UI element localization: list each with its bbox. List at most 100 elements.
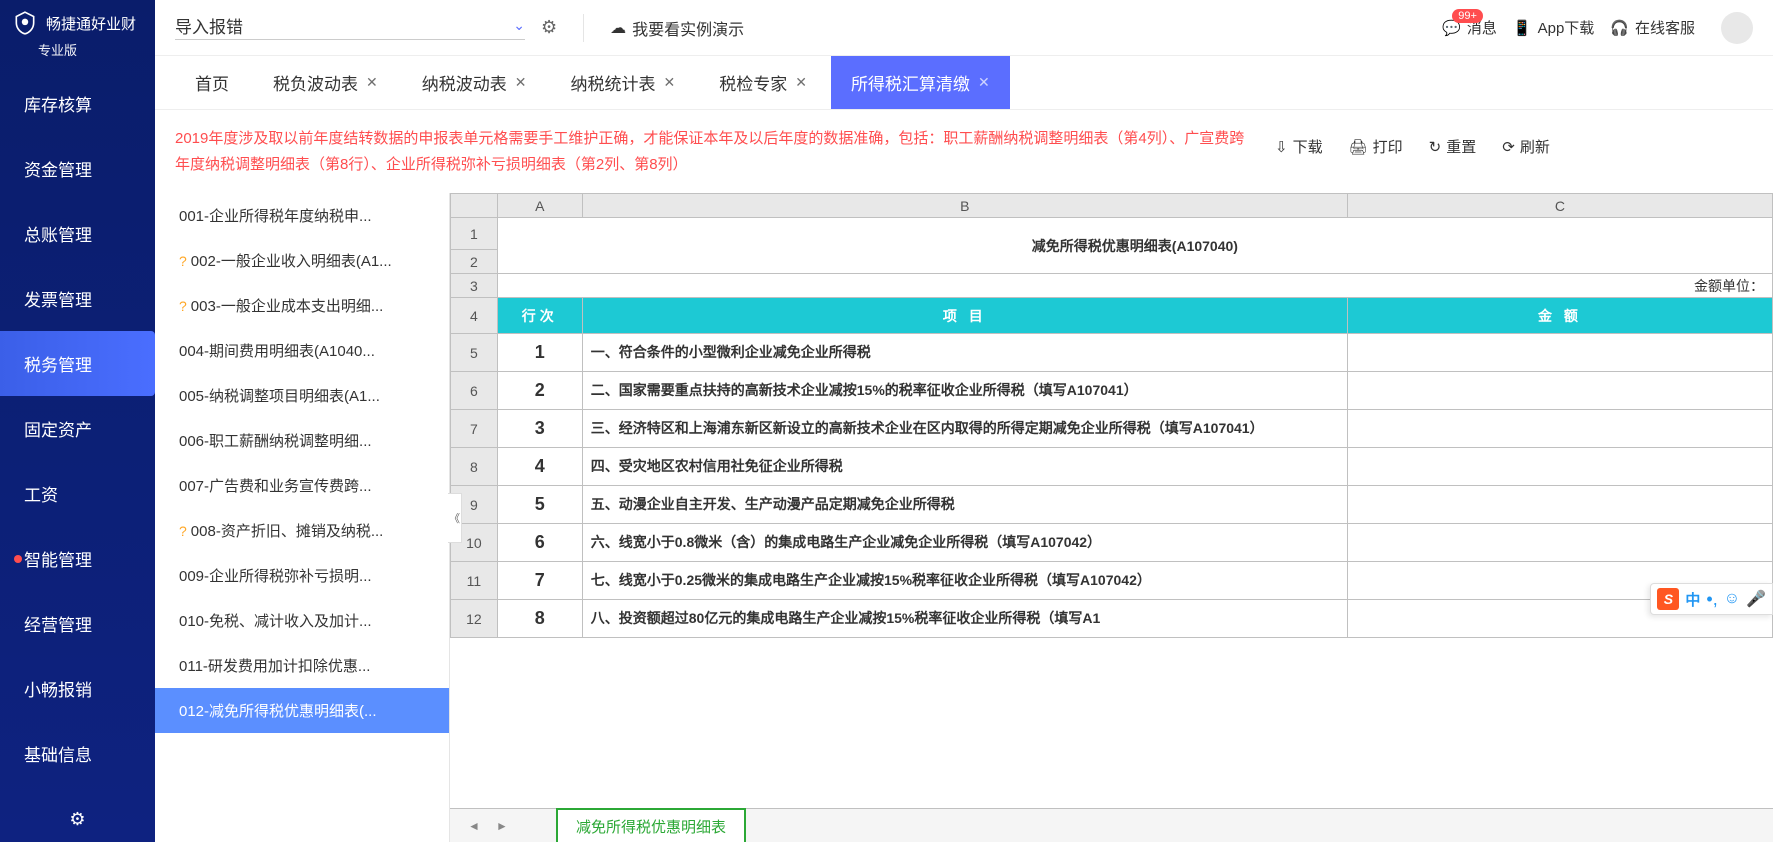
messages-button[interactable]: 99+ 💬 消息 <box>1442 17 1497 38</box>
chevron-down-icon[interactable]: ⌄ <box>513 17 525 34</box>
app-download-button[interactable]: 📱 App下载 <box>1513 17 1594 38</box>
ime-mic-icon[interactable]: 🎤 <box>1746 589 1766 609</box>
refresh-button[interactable]: ⟳刷新 <box>1502 136 1550 157</box>
tab-tax-burden[interactable]: 税负波动表✕ <box>253 56 398 109</box>
row-header[interactable]: 2 <box>451 250 498 274</box>
ime-punct-icon[interactable]: •, <box>1706 589 1717 610</box>
sheet-tab-active[interactable]: 减免所得税优惠明细表 <box>556 808 746 842</box>
row-header[interactable]: 7 <box>451 410 498 448</box>
nav-basic-info[interactable]: 基础信息 <box>0 721 155 786</box>
tree-item-005[interactable]: 005-纳税调整项目明细表(A1... <box>155 373 449 418</box>
avatar[interactable] <box>1721 12 1753 44</box>
cell-seq[interactable]: 5 <box>497 486 582 524</box>
row-header[interactable]: 6 <box>451 372 498 410</box>
nav-inventory[interactable]: 库存核算 <box>0 71 155 136</box>
sheet-corner[interactable] <box>451 194 498 218</box>
nav-tax[interactable]: 税务管理 <box>0 331 155 396</box>
nav-invoice[interactable]: 发票管理 <box>0 266 155 331</box>
row-header[interactable]: 11 <box>451 562 498 600</box>
cell-amount[interactable] <box>1347 334 1772 372</box>
cell-amount[interactable] <box>1347 372 1772 410</box>
header-project[interactable]: 项 目 <box>582 298 1347 334</box>
reset-button[interactable]: ↻重置 <box>1429 136 1477 157</box>
nav-salary[interactable]: 工资 <box>0 461 155 526</box>
ime-emoji-icon[interactable]: ☺ <box>1724 590 1740 608</box>
cell-project[interactable]: 三、经济特区和上海浦东新区新设立的高新技术企业在区内取得的所得定期减免企业所得税… <box>582 410 1347 448</box>
cell-project[interactable]: 七、线宽小于0.25微米的集成电路生产企业减按15%税率征收企业所得税（填写A1… <box>582 562 1347 600</box>
tree-item-009[interactable]: 009-企业所得税弥补亏损明... <box>155 553 449 598</box>
cell-seq[interactable]: 8 <box>497 600 582 638</box>
search-input[interactable] <box>175 15 501 35</box>
download-button[interactable]: ⇩下载 <box>1275 136 1323 157</box>
close-icon[interactable]: ✕ <box>366 74 378 91</box>
cell-seq[interactable]: 6 <box>497 524 582 562</box>
cell-project[interactable]: 六、线宽小于0.8微米（含）的集成电路生产企业减免企业所得税（填写A107042… <box>582 524 1347 562</box>
demo-link[interactable]: ☁ 我要看实例演示 <box>610 16 744 40</box>
col-header-a[interactable]: A <box>497 194 582 218</box>
header-seq[interactable]: 行次 <box>497 298 582 334</box>
row-header[interactable]: 1 <box>451 218 498 250</box>
sheet-nav-prev-icon[interactable]: ◄ <box>460 819 488 833</box>
settings-gear-icon[interactable]: ⚙ <box>69 809 85 830</box>
tree-item-003[interactable]: ?003-一般企业成本支出明细... <box>155 283 449 328</box>
tree-item-006[interactable]: 006-职工薪酬纳税调整明细... <box>155 418 449 463</box>
tab-home[interactable]: 首页 <box>175 56 249 109</box>
cell-amount[interactable] <box>1347 448 1772 486</box>
online-service-button[interactable]: 🎧 在线客服 <box>1610 17 1695 38</box>
tree-item-012[interactable]: 012-减免所得税优惠明细表(... <box>155 688 449 733</box>
cell-project[interactable]: 一、符合条件的小型微利企业减免企业所得税 <box>582 334 1347 372</box>
col-header-c[interactable]: C <box>1347 194 1772 218</box>
nav-funds[interactable]: 资金管理 <box>0 136 155 201</box>
close-icon[interactable]: ✕ <box>795 74 807 91</box>
ime-widget[interactable]: S 中 •, ☺ 🎤 <box>1650 583 1773 615</box>
cell-project[interactable]: 二、国家需要重点扶持的高新技术企业减按15%的税率征收企业所得税（填写A1070… <box>582 372 1347 410</box>
tree-item-004[interactable]: 004-期间费用明细表(A1040... <box>155 328 449 373</box>
cell-seq[interactable]: 3 <box>497 410 582 448</box>
collapse-handle[interactable]: 《 <box>448 493 462 543</box>
cloud-icon: ☁ <box>610 18 626 38</box>
sheet-grid[interactable]: A B C 1 减免所得税优惠明细表(A107040) 2 3 <box>450 193 1773 808</box>
row-header[interactable]: 3 <box>451 274 498 298</box>
cell-seq[interactable]: 4 <box>497 448 582 486</box>
cell-project[interactable]: 五、动漫企业自主开发、生产动漫产品定期减免企业所得税 <box>582 486 1347 524</box>
cell-seq[interactable]: 1 <box>497 334 582 372</box>
cell-seq[interactable]: 7 <box>497 562 582 600</box>
nav-smart[interactable]: 智能管理 <box>0 526 155 591</box>
cell-amount[interactable] <box>1347 486 1772 524</box>
close-icon[interactable]: ✕ <box>515 74 527 91</box>
col-header-b[interactable]: B <box>582 194 1347 218</box>
ime-logo-icon: S <box>1657 588 1679 610</box>
cell-seq[interactable]: 2 <box>497 372 582 410</box>
cell-project[interactable]: 四、受灾地区农村信用社免征企业所得税 <box>582 448 1347 486</box>
tab-tax-payment[interactable]: 纳税波动表✕ <box>402 56 547 109</box>
tree-item-007[interactable]: 007-广告费和业务宣传费跨... <box>155 463 449 508</box>
row-header[interactable]: 5 <box>451 334 498 372</box>
nav-reimburse[interactable]: 小畅报销 <box>0 656 155 721</box>
tab-tax-stats[interactable]: 纳税统计表✕ <box>550 56 695 109</box>
row-header[interactable]: 12 <box>451 600 498 638</box>
cell-amount[interactable] <box>1347 524 1772 562</box>
close-icon[interactable]: ✕ <box>978 74 990 91</box>
row-header[interactable]: 8 <box>451 448 498 486</box>
nav-business[interactable]: 经营管理 <box>0 591 155 656</box>
print-button[interactable]: 🖨打印 <box>1349 136 1403 157</box>
header-amount[interactable]: 金 额 <box>1347 298 1772 334</box>
tree-item-011[interactable]: 011-研发费用加计扣除优惠... <box>155 643 449 688</box>
row-header[interactable]: 4 <box>451 298 498 334</box>
tree-item-008[interactable]: ?008-资产折旧、摊销及纳税... <box>155 508 449 553</box>
close-icon[interactable]: ✕ <box>663 74 675 91</box>
tab-income-tax-settlement[interactable]: 所得税汇算清缴✕ <box>831 56 1010 109</box>
cell-project[interactable]: 八、投资额超过80亿元的集成电路生产企业减按15%税率征收企业所得税（填写A1 <box>582 600 1347 638</box>
tree-item-010[interactable]: 010-免税、减计收入及加计... <box>155 598 449 643</box>
ime-lang[interactable]: 中 <box>1685 589 1700 610</box>
search-settings-icon[interactable]: ⚙ <box>541 17 557 38</box>
unit-label[interactable]: 金额单位： <box>497 274 1772 298</box>
sheet-title[interactable]: 减免所得税优惠明细表(A107040) <box>497 218 1772 274</box>
tab-tax-expert[interactable]: 税检专家✕ <box>699 56 827 109</box>
nav-fixed-assets[interactable]: 固定资产 <box>0 396 155 461</box>
cell-amount[interactable] <box>1347 410 1772 448</box>
nav-ledger[interactable]: 总账管理 <box>0 201 155 266</box>
sheet-nav-next-icon[interactable]: ► <box>488 819 516 833</box>
tree-item-001[interactable]: 001-企业所得税年度纳税申... <box>155 193 449 238</box>
tree-item-002[interactable]: ?002-一般企业收入明细表(A1... <box>155 238 449 283</box>
